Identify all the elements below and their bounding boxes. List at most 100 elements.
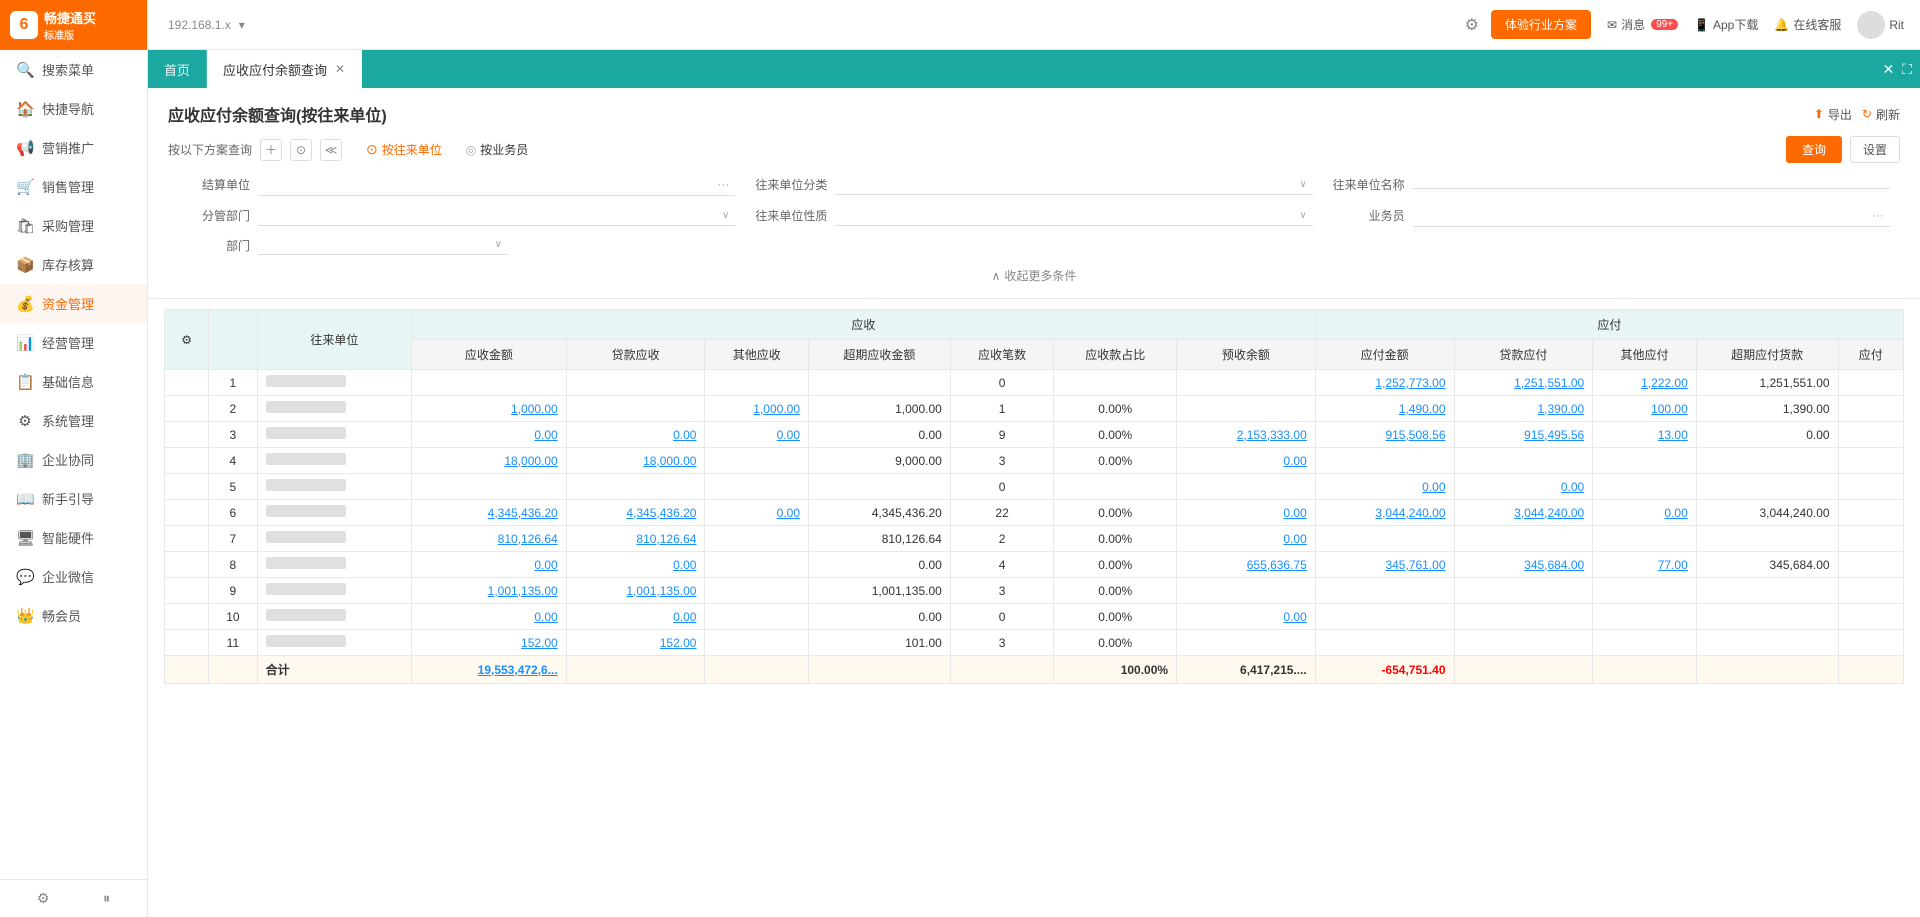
row-ar-amount[interactable]: 152.00	[412, 630, 567, 656]
link-ar-amount[interactable]: 4,345,436.20	[488, 506, 558, 520]
row-ar-other[interactable]	[705, 448, 809, 474]
row-ap-amount[interactable]: 1,490.00	[1315, 396, 1454, 422]
sidebar-item-sales[interactable]: 🛒销售管理	[0, 167, 147, 206]
sidebar-item-purchase[interactable]: 🛍采购管理	[0, 206, 147, 245]
total-ar-amount[interactable]: 19,553,472,6...	[412, 656, 567, 684]
link-ap-amount[interactable]: 1,252,773.00	[1375, 376, 1445, 390]
sidebar-item-operations[interactable]: 📊经营管理	[0, 323, 147, 362]
header-settings-icon[interactable]: ⚙	[1465, 15, 1479, 35]
sidebar-collapse-icon[interactable]: ⏸	[103, 890, 110, 907]
row-ap-amount[interactable]: 3,044,240.00	[1315, 500, 1454, 526]
sidebar-settings-icon[interactable]: ⚙	[37, 890, 50, 907]
row-ap-loan[interactable]	[1454, 526, 1593, 552]
row-ar-amount[interactable]: 810,126.64	[412, 526, 567, 552]
row-ar-amount[interactable]: 0.00	[412, 422, 567, 448]
row-ap-loan[interactable]: 915,495.56	[1454, 422, 1593, 448]
link-ar-advance[interactable]: 2,153,333.00	[1237, 428, 1307, 442]
row-ap-loan[interactable]	[1454, 630, 1593, 656]
row-ar-loan[interactable]: 0.00	[566, 552, 705, 578]
tab-close-icon[interactable]: ✕	[335, 62, 345, 76]
row-ap-amount[interactable]: 915,508.56	[1315, 422, 1454, 448]
scheme-by-staff[interactable]: ◎ 按业务员	[458, 138, 537, 161]
row-ar-loan[interactable]: 18,000.00	[566, 448, 705, 474]
link-ar-loan[interactable]: 0.00	[673, 610, 696, 624]
link-ar-amount[interactable]: 0.00	[534, 428, 557, 442]
input-salesperson[interactable]: ···	[1413, 204, 1890, 227]
row-ar-other[interactable]	[705, 370, 809, 396]
row-ap-amount[interactable]	[1315, 578, 1454, 604]
row-ar-loan[interactable]: 4,345,436.20	[566, 500, 705, 526]
input-dept-mgr-arrow[interactable]: ∨	[722, 210, 729, 221]
link-ap-amount[interactable]: 345,761.00	[1385, 558, 1445, 572]
row-ar-advance[interactable]: 0.00	[1177, 604, 1316, 630]
row-ap-amount[interactable]: 345,761.00	[1315, 552, 1454, 578]
row-ap-other[interactable]: 100.00	[1593, 396, 1697, 422]
row-ar-loan[interactable]	[566, 370, 705, 396]
row-ar-amount[interactable]: 0.00	[412, 552, 567, 578]
row-ap-amount[interactable]: 0.00	[1315, 474, 1454, 500]
link-ar-amount[interactable]: 0.00	[534, 558, 557, 572]
link-ar-loan[interactable]: 18,000.00	[643, 454, 696, 468]
sidebar-item-hardware[interactable]: 🖥智能硬件	[0, 518, 147, 557]
settings-button[interactable]: 设置	[1850, 136, 1900, 163]
row-ar-advance[interactable]	[1177, 578, 1316, 604]
row-ap-other[interactable]	[1593, 604, 1697, 630]
link-ar-amount[interactable]: 1,000.00	[511, 402, 558, 416]
link-ar-advance[interactable]: 0.00	[1283, 610, 1306, 624]
row-ar-other[interactable]	[705, 630, 809, 656]
row-ap-other[interactable]: 1,222.00	[1593, 370, 1697, 396]
app-download-button[interactable]: 📱 App下载	[1694, 16, 1758, 33]
link-ap-other[interactable]: 0.00	[1664, 506, 1687, 520]
row-ap-loan[interactable]	[1454, 448, 1593, 474]
input-partner-nature-arrow[interactable]: ∨	[1299, 210, 1306, 221]
row-ap-loan[interactable]: 1,390.00	[1454, 396, 1593, 422]
collapse-bar[interactable]: ∧ 收起更多条件	[168, 263, 1900, 288]
row-ar-other[interactable]	[705, 578, 809, 604]
row-ar-loan[interactable]: 1,001,135.00	[566, 578, 705, 604]
row-ap-other[interactable]	[1593, 448, 1697, 474]
link-ap-loan[interactable]: 1,251,551.00	[1514, 376, 1584, 390]
filter-add-btn[interactable]: ＋	[260, 139, 282, 161]
sidebar-item-wechat[interactable]: 💬企业微信	[0, 557, 147, 596]
input-partner-nature[interactable]: ∨	[835, 206, 1312, 226]
user-profile[interactable]: Rit	[1857, 11, 1904, 39]
row-ar-loan[interactable]	[566, 396, 705, 422]
link-ar-other[interactable]: 1,000.00	[753, 402, 800, 416]
row-ar-loan[interactable]: 0.00	[566, 422, 705, 448]
link-ar-advance[interactable]: 0.00	[1283, 532, 1306, 546]
row-ap-amount[interactable]	[1315, 526, 1454, 552]
row-ar-advance[interactable]: 655,636.75	[1177, 552, 1316, 578]
sidebar-item-system[interactable]: ⚙系统管理	[0, 401, 147, 440]
tab-fullscreen-icon[interactable]: ⛶	[1902, 61, 1912, 78]
input-partner-cat[interactable]: ∨	[835, 175, 1312, 195]
row-ar-other[interactable]: 1,000.00	[705, 396, 809, 422]
sidebar-item-member[interactable]: 👑畅会员	[0, 596, 147, 635]
row-ap-amount[interactable]	[1315, 604, 1454, 630]
input-settlement[interactable]: ···	[258, 173, 735, 196]
link-ap-amount[interactable]: 1,490.00	[1399, 402, 1446, 416]
row-ap-other[interactable]	[1593, 474, 1697, 500]
link-ap-amount[interactable]: 915,508.56	[1385, 428, 1445, 442]
sidebar-item-quick-nav[interactable]: 🏠快捷导航	[0, 89, 147, 128]
sidebar-item-marketing[interactable]: 📢营销推广	[0, 128, 147, 167]
sidebar-item-guide[interactable]: 📖新手引导	[0, 479, 147, 518]
row-ar-amount[interactable]: 0.00	[412, 604, 567, 630]
link-ap-loan[interactable]: 0.00	[1561, 480, 1584, 494]
row-ar-amount[interactable]: 4,345,436.20	[412, 500, 567, 526]
input-dept[interactable]: ∨	[258, 235, 508, 255]
link-ar-loan[interactable]: 4,345,436.20	[626, 506, 696, 520]
row-ap-amount[interactable]: 1,252,773.00	[1315, 370, 1454, 396]
link-ar-advance[interactable]: 0.00	[1283, 506, 1306, 520]
input-salesperson-trigger[interactable]: ···	[1872, 208, 1884, 222]
sidebar-item-search[interactable]: 🔍搜索菜单	[0, 50, 147, 89]
row-ar-other[interactable]: 0.00	[705, 500, 809, 526]
row-ap-loan[interactable]: 0.00	[1454, 474, 1593, 500]
online-support-button[interactable]: 🔔 在线客服	[1774, 16, 1841, 33]
tab-home[interactable]: 首页	[148, 50, 207, 88]
link-ar-amount[interactable]: 18,000.00	[504, 454, 557, 468]
row-ar-advance[interactable]: 2,153,333.00	[1177, 422, 1316, 448]
link-ar-amount[interactable]: 1,001,135.00	[488, 584, 558, 598]
row-ap-amount[interactable]	[1315, 630, 1454, 656]
link-ar-loan[interactable]: 1,001,135.00	[626, 584, 696, 598]
input-settlement-trigger[interactable]: ···	[717, 177, 729, 191]
